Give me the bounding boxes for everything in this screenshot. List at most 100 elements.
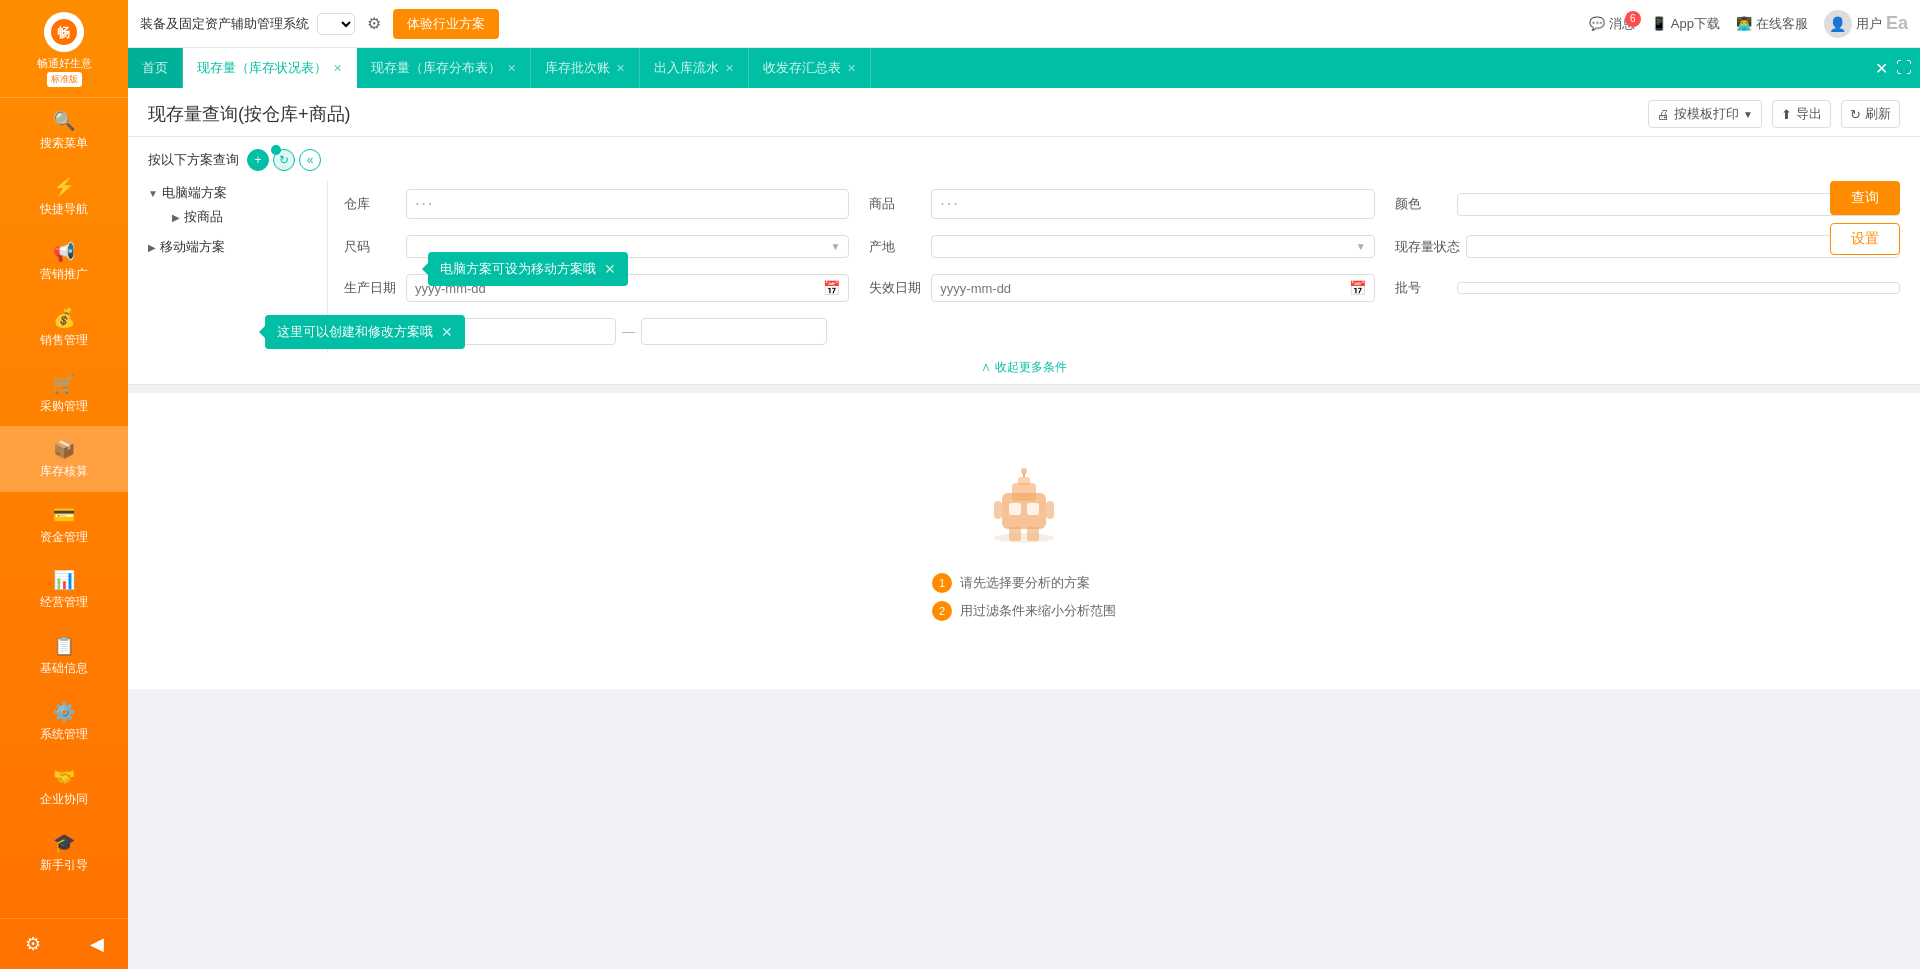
size-label: 尺码 bbox=[344, 238, 400, 256]
user-avatar: 👤 bbox=[1824, 10, 1852, 38]
print-btn[interactable]: 🖨 按模板打印 ▼ bbox=[1648, 100, 1762, 128]
message-btn[interactable]: 💬 消息 6 bbox=[1589, 15, 1635, 33]
finance-icon: 💳 bbox=[53, 504, 75, 526]
tabbar-close-all-btn[interactable]: ✕ bbox=[1875, 59, 1888, 78]
export-icon: ⬆ bbox=[1781, 107, 1792, 122]
sidebar-item-label: 新手引导 bbox=[40, 858, 88, 874]
expire-date-control[interactable]: 📅 bbox=[931, 274, 1374, 302]
sidebar-item-system[interactable]: ⚙️ 系统管理 bbox=[0, 689, 128, 755]
refresh-btn[interactable]: ↻ 刷新 bbox=[1841, 100, 1900, 128]
sidebar-item-stock[interactable]: 📦 库存核算 bbox=[0, 426, 128, 492]
topbar-settings-icon[interactable]: ⚙ bbox=[363, 10, 385, 37]
sidebar-menu: 🔍 搜索菜单 ⚡ 快捷导航 📢 营销推广 💰 销售管理 🛒 采购管理 📦 bbox=[0, 98, 128, 918]
sidebar-item-marketing[interactable]: 📢 营销推广 bbox=[0, 229, 128, 295]
system-title: 装备及固定资产辅助管理系统 bbox=[140, 15, 309, 33]
collapse-label: 收起更多条件 bbox=[995, 360, 1067, 374]
batch-tab-label: 库存批次账 bbox=[545, 59, 610, 77]
warehouse-dots: ··· bbox=[415, 195, 434, 213]
collect-tab-label: 收发存汇总表 bbox=[763, 59, 841, 77]
stock-dist-close-btn[interactable]: ✕ bbox=[507, 62, 516, 75]
expire-date-input[interactable] bbox=[940, 281, 1344, 296]
plan-tooltip-close-btn[interactable]: ✕ bbox=[604, 261, 616, 277]
tab-batch[interactable]: 库存批次账 ✕ bbox=[531, 48, 640, 88]
topbar-right: 💬 消息 6 📱 App下载 👨‍💻 在线客服 👤 用户 bbox=[1589, 10, 1908, 38]
tree-pc-label: 电脑端方案 bbox=[162, 184, 227, 202]
tree-item-pc[interactable]: ▼ 电脑端方案 bbox=[148, 181, 311, 205]
tabbar-fullscreen-btn[interactable]: ⛶ bbox=[1896, 59, 1912, 77]
sidebar-item-basic[interactable]: 📋 基础信息 bbox=[0, 623, 128, 689]
tree-pc-sub: ▶ 按商品 bbox=[148, 205, 311, 229]
inout-close-btn[interactable]: ✕ bbox=[725, 62, 734, 75]
sidebar-collapse-btn[interactable]: ◀ bbox=[86, 929, 108, 959]
service-label: 在线客服 bbox=[1756, 15, 1808, 33]
system-select[interactable] bbox=[317, 13, 355, 35]
chevron-up-icon: ∧ bbox=[981, 360, 994, 374]
edit-tooltip-close-btn[interactable]: ✕ bbox=[441, 324, 453, 340]
sidebar-item-sales[interactable]: 💰 销售管理 bbox=[0, 295, 128, 361]
collapse-bar[interactable]: ∧ 收起更多条件 bbox=[148, 353, 1900, 384]
sidebar-item-purchase[interactable]: 🛒 采购管理 bbox=[0, 361, 128, 427]
logo-badge: 标准版 bbox=[47, 72, 82, 87]
batch-close-btn[interactable]: ✕ bbox=[616, 62, 625, 75]
expire-date-calendar-icon: 📅 bbox=[1349, 280, 1366, 296]
warehouse-control[interactable]: ··· bbox=[406, 189, 849, 219]
step-2-text: 用过滤条件来缩小分析范围 bbox=[960, 602, 1116, 620]
filter-color: 颜色 ▼ bbox=[1395, 189, 1900, 219]
tab-stock-status[interactable]: 现存量（库存状况表） ✕ bbox=[183, 48, 357, 88]
sidebar-item-quick[interactable]: ⚡ 快捷导航 bbox=[0, 164, 128, 230]
stock-status-close-btn[interactable]: ✕ bbox=[333, 62, 342, 75]
purchase-icon: 🛒 bbox=[53, 373, 75, 395]
export-label: 导出 bbox=[1796, 105, 1822, 123]
filter-row-1: 仓库 ··· 商品 ··· bbox=[344, 181, 1900, 227]
reset-btn[interactable]: 设置 bbox=[1830, 223, 1900, 255]
sidebar-item-finance[interactable]: 💳 资金管理 bbox=[0, 492, 128, 558]
prod-date-calendar-icon: 📅 bbox=[823, 280, 840, 296]
industry-btn[interactable]: 体验行业方案 bbox=[393, 9, 499, 39]
add-scheme-btn[interactable]: + bbox=[247, 149, 269, 171]
size-arrow-icon: ▼ bbox=[830, 241, 840, 252]
sidebar-settings-btn[interactable]: ⚙ bbox=[21, 929, 45, 959]
tab-inout[interactable]: 出入库流水 ✕ bbox=[640, 48, 749, 88]
svg-text:畅: 畅 bbox=[57, 25, 70, 40]
back-btn[interactable]: « bbox=[299, 149, 321, 171]
tab-stock-dist[interactable]: 现存量（库存分布表） ✕ bbox=[357, 48, 531, 88]
stock-status-tab-label: 现存量（库存状况表） bbox=[197, 59, 327, 77]
page-actions: 🖨 按模板打印 ▼ ⬆ 导出 ↻ 刷新 bbox=[1648, 100, 1900, 128]
tree-goods-label: 按商品 bbox=[184, 208, 223, 226]
collect-close-btn[interactable]: ✕ bbox=[847, 62, 856, 75]
query-btn[interactable]: 查询 bbox=[1830, 181, 1900, 215]
sidebar-item-guide[interactable]: 🎓 新手引导 bbox=[0, 820, 128, 886]
page-header: 现存量查询(按仓库+商品) 🖨 按模板打印 ▼ ⬆ 导出 ↻ 刷新 bbox=[128, 88, 1920, 137]
origin-control[interactable]: ▼ bbox=[931, 235, 1374, 258]
user-btn[interactable]: 👤 用户 Ea bbox=[1824, 10, 1908, 38]
sidebar-item-label: 基础信息 bbox=[40, 661, 88, 677]
filter-warehouse: 仓库 ··· bbox=[344, 189, 849, 219]
tree-sub-item-goods[interactable]: ▶ 按商品 bbox=[168, 205, 311, 229]
app-download-btn[interactable]: 📱 App下载 bbox=[1651, 15, 1720, 33]
tab-collect[interactable]: 收发存汇总表 ✕ bbox=[749, 48, 871, 88]
step-2-num: 2 bbox=[932, 601, 952, 621]
stock-main-max-input[interactable] bbox=[641, 318, 827, 345]
online-service-btn[interactable]: 👨‍💻 在线客服 bbox=[1736, 15, 1808, 33]
filter-area: 按以下方案查询 + ↻ « ▼ 电脑端方案 bbox=[128, 137, 1920, 385]
sidebar-item-search[interactable]: 🔍 搜索菜单 bbox=[0, 98, 128, 164]
export-btn[interactable]: ⬆ 导出 bbox=[1772, 100, 1831, 128]
sidebar-item-label: 营销推广 bbox=[40, 267, 88, 283]
user-label: 用户 bbox=[1856, 15, 1882, 33]
tab-home[interactable]: 首页 bbox=[128, 48, 183, 88]
batch-control[interactable] bbox=[1457, 282, 1900, 294]
dot-indicator bbox=[271, 145, 281, 155]
svg-point-9 bbox=[1021, 468, 1027, 474]
sidebar-item-enterprise[interactable]: 🤝 企业协同 bbox=[0, 754, 128, 820]
step-1-num: 1 bbox=[932, 573, 952, 593]
tree-item-mobile[interactable]: ▶ 移动端方案 bbox=[148, 235, 311, 259]
message-badge: 6 bbox=[1625, 11, 1641, 27]
goods-control[interactable]: ··· bbox=[931, 189, 1374, 219]
sidebar-item-operation[interactable]: 📊 经营管理 bbox=[0, 557, 128, 623]
enterprise-icon: 🤝 bbox=[53, 766, 75, 788]
goods-dots: ··· bbox=[940, 195, 959, 213]
sidebar-item-label: 资金管理 bbox=[40, 530, 88, 546]
svg-rect-10 bbox=[994, 501, 1002, 519]
filter-origin: 产地 ▼ bbox=[869, 235, 1374, 258]
filter-row-4: 现存量（主） — bbox=[344, 310, 1900, 353]
